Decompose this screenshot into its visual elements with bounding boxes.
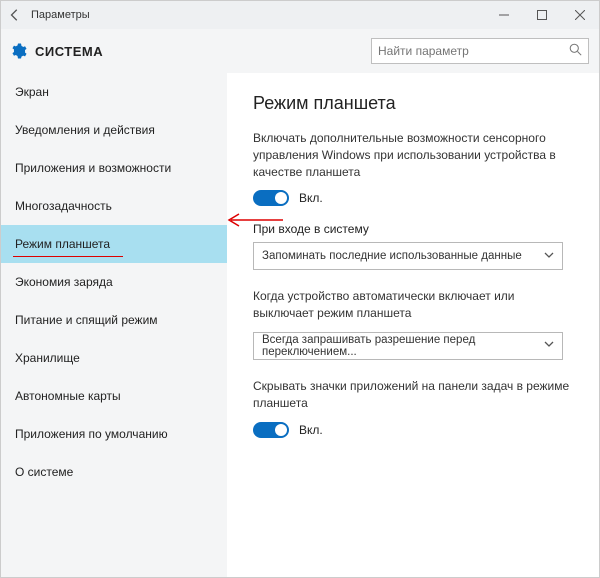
section-label-signin: При входе в систему — [253, 222, 573, 236]
sidebar-item-battery-saver[interactable]: Экономия заряда — [1, 263, 227, 301]
minimize-button[interactable] — [485, 1, 523, 29]
select-signin-behavior[interactable]: Запоминать последние использованные данн… — [253, 242, 563, 270]
settings-window: Параметры СИСТЕМА Экран Уведомления и де… — [0, 0, 600, 578]
sidebar-item-storage[interactable]: Хранилище — [1, 339, 227, 377]
content-area: Режим планшета Включать дополнительные в… — [227, 73, 599, 577]
search-box[interactable] — [371, 38, 589, 64]
sidebar-item-label: Уведомления и действия — [15, 123, 155, 137]
page-title: Режим планшета — [253, 93, 573, 114]
search-input[interactable] — [378, 44, 569, 58]
body: Экран Уведомления и действия Приложения … — [1, 73, 599, 577]
sidebar-item-apps-features[interactable]: Приложения и возможности — [1, 149, 227, 187]
sidebar-item-label: Приложения по умолчанию — [15, 427, 168, 441]
close-button[interactable] — [561, 1, 599, 29]
gear-icon — [7, 40, 29, 62]
sidebar-item-label: Автономные карты — [15, 389, 121, 403]
header: СИСТЕМА — [1, 29, 599, 73]
sidebar-item-label: Хранилище — [15, 351, 80, 365]
chevron-down-icon — [544, 250, 554, 263]
sidebar: Экран Уведомления и действия Приложения … — [1, 73, 227, 577]
toggle-hide-taskbar-icons[interactable] — [253, 422, 289, 438]
sidebar-item-default-apps[interactable]: Приложения по умолчанию — [1, 415, 227, 453]
sidebar-item-label: Экран — [15, 85, 49, 99]
sidebar-item-power-sleep[interactable]: Питание и спящий режим — [1, 301, 227, 339]
select-auto-switch-behavior[interactable]: Всегда запрашивать разрешение перед пере… — [253, 332, 563, 360]
sidebar-item-label: Питание и спящий режим — [15, 313, 158, 327]
select-value: Запоминать последние использованные данн… — [262, 250, 522, 262]
annotation-underline — [13, 256, 123, 258]
app-title: СИСТЕМА — [35, 44, 103, 59]
toggle-label: Вкл. — [299, 423, 323, 437]
annotation-arrow — [227, 213, 285, 227]
titlebar: Параметры — [1, 1, 599, 29]
search-icon — [569, 43, 582, 59]
back-button[interactable] — [1, 1, 29, 29]
section-label-auto-switch: Когда устройство автоматически включает … — [253, 288, 573, 322]
sidebar-item-display[interactable]: Экран — [1, 73, 227, 111]
sidebar-item-offline-maps[interactable]: Автономные карты — [1, 377, 227, 415]
sidebar-item-label: Экономия заряда — [15, 275, 113, 289]
maximize-button[interactable] — [523, 1, 561, 29]
sidebar-item-label: О системе — [15, 465, 73, 479]
sidebar-item-label: Режим планшета — [15, 237, 110, 251]
select-value: Всегда запрашивать разрешение перед пере… — [262, 334, 544, 358]
sidebar-item-notifications[interactable]: Уведомления и действия — [1, 111, 227, 149]
toggle-row-hide-icons: Вкл. — [253, 422, 573, 438]
sidebar-item-label: Приложения и возможности — [15, 161, 171, 175]
sidebar-item-multitasking[interactable]: Многозадачность — [1, 187, 227, 225]
toggle-label: Вкл. — [299, 191, 323, 205]
sidebar-item-label: Многозадачность — [15, 199, 112, 213]
window-title: Параметры — [31, 9, 90, 21]
setting-description-hide-icons: Скрывать значки приложений на панели зад… — [253, 378, 573, 412]
setting-description: Включать дополнительные возможности сенс… — [253, 130, 573, 180]
toggle-tablet-mode[interactable] — [253, 190, 289, 206]
sidebar-item-about[interactable]: О системе — [1, 453, 227, 491]
sidebar-item-tablet-mode[interactable]: Режим планшета — [1, 225, 227, 263]
toggle-row-tablet-mode: Вкл. — [253, 190, 573, 206]
chevron-down-icon — [544, 339, 554, 352]
